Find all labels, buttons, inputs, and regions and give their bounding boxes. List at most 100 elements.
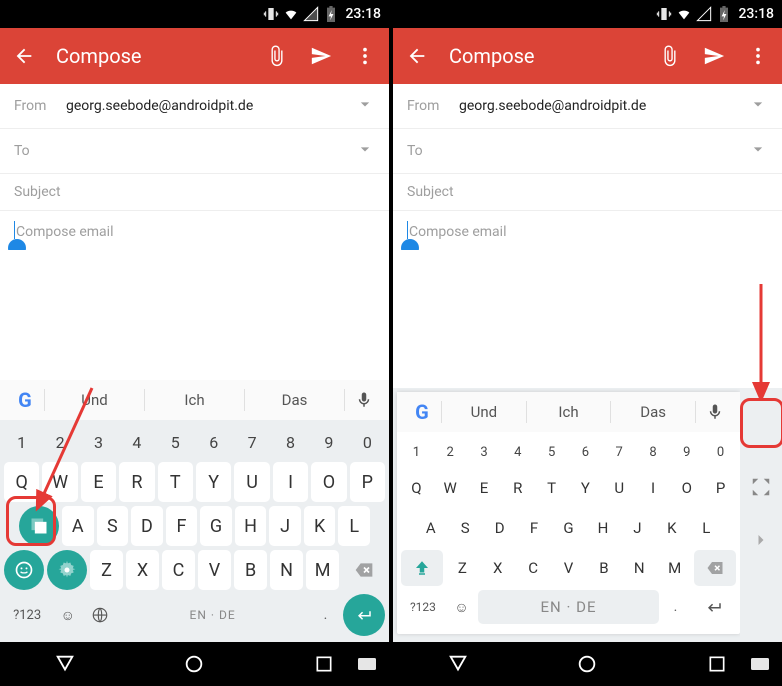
period-key[interactable]: . <box>662 590 689 624</box>
key-1[interactable]: 1 <box>4 426 39 458</box>
key-x[interactable]: X <box>126 550 159 590</box>
chevron-down-icon[interactable] <box>744 139 768 163</box>
key-m[interactable]: M <box>306 550 339 590</box>
overflow-icon[interactable] <box>746 44 770 68</box>
key-b[interactable]: B <box>234 550 267 590</box>
key-n[interactable]: N <box>270 550 303 590</box>
key-a[interactable]: A <box>62 506 94 546</box>
key-8[interactable]: 8 <box>273 426 308 458</box>
mic-icon[interactable] <box>347 383 381 417</box>
key-d[interactable]: D <box>484 510 515 546</box>
key-2[interactable]: 2 <box>435 438 466 466</box>
from-row[interactable]: From georg.seebode@androidpit.de <box>393 84 782 129</box>
key-v[interactable]: V <box>552 550 584 586</box>
body-input[interactable]: Compose email <box>0 211 389 250</box>
back-icon[interactable] <box>12 44 36 68</box>
expand-icon[interactable] <box>750 476 772 502</box>
key-0[interactable]: 0 <box>350 426 385 458</box>
key-6[interactable]: 6 <box>570 438 601 466</box>
key-k[interactable]: K <box>656 510 687 546</box>
key-r[interactable]: R <box>119 462 154 502</box>
key-d[interactable]: D <box>131 506 163 546</box>
enter-key[interactable] <box>692 590 736 624</box>
key-u[interactable]: U <box>234 462 269 502</box>
backspace-key[interactable] <box>694 550 736 586</box>
globe-icon[interactable] <box>85 594 114 636</box>
key-l[interactable]: L <box>691 510 722 546</box>
period-key[interactable]: . <box>311 594 340 636</box>
key-0[interactable]: 0 <box>705 438 736 466</box>
mic-icon[interactable] <box>698 395 732 429</box>
mode-key[interactable]: ?123 <box>4 594 50 636</box>
key-c[interactable]: C <box>162 550 195 590</box>
key-r[interactable]: R <box>502 470 533 506</box>
gear-icon[interactable] <box>47 550 87 590</box>
space-key[interactable]: EN · DE <box>117 594 308 636</box>
key-7[interactable]: 7 <box>604 438 635 466</box>
subject-input[interactable]: Subject <box>14 184 375 200</box>
key-b[interactable]: B <box>588 550 620 586</box>
key-z[interactable]: Z <box>446 550 478 586</box>
key-i[interactable]: I <box>638 470 669 506</box>
to-value[interactable] <box>66 143 351 159</box>
mode-key[interactable]: ?123 <box>401 590 445 624</box>
subject-row[interactable]: Subject <box>393 174 782 211</box>
overflow-icon[interactable] <box>353 44 377 68</box>
key-g[interactable]: G <box>553 510 584 546</box>
key-s[interactable]: S <box>97 506 129 546</box>
emoji-small-icon[interactable]: ☺ <box>53 594 82 636</box>
key-h[interactable]: H <box>587 510 618 546</box>
key-m[interactable]: M <box>658 550 690 586</box>
nav-back-icon[interactable] <box>53 652 77 676</box>
suggestion[interactable]: Das <box>613 397 693 427</box>
key-w[interactable]: W <box>435 470 466 506</box>
key-3[interactable]: 3 <box>81 426 116 458</box>
to-row[interactable]: To <box>0 129 389 174</box>
nav-recents-icon[interactable] <box>705 652 729 676</box>
key-7[interactable]: 7 <box>234 426 269 458</box>
key-t[interactable]: T <box>536 470 567 506</box>
key-e[interactable]: E <box>469 470 500 506</box>
to-row[interactable]: To <box>393 129 782 174</box>
move-right-icon[interactable] <box>751 530 771 554</box>
suggestion[interactable]: Und <box>444 397 524 427</box>
nav-home-icon[interactable] <box>575 652 599 676</box>
send-icon[interactable] <box>702 44 726 68</box>
key-z[interactable]: Z <box>90 550 123 590</box>
key-8[interactable]: 8 <box>638 438 669 466</box>
key-o[interactable]: O <box>311 462 346 502</box>
nav-recents-icon[interactable] <box>312 652 336 676</box>
key-5[interactable]: 5 <box>536 438 567 466</box>
key-6[interactable]: 6 <box>196 426 231 458</box>
key-s[interactable]: S <box>449 510 480 546</box>
key-2[interactable]: 2 <box>42 426 77 458</box>
suggestion[interactable]: Ich <box>529 397 609 427</box>
key-k[interactable]: K <box>304 506 336 546</box>
key-n[interactable]: N <box>623 550 655 586</box>
keyboard-toggle-icon[interactable] <box>748 652 772 676</box>
key-i[interactable]: I <box>273 462 308 502</box>
key-4[interactable]: 4 <box>502 438 533 466</box>
attach-icon[interactable] <box>265 44 289 68</box>
key-w[interactable]: W <box>42 462 77 502</box>
key-t[interactable]: T <box>158 462 193 502</box>
nav-home-icon[interactable] <box>182 652 206 676</box>
key-g[interactable]: G <box>200 506 232 546</box>
keyboard-toggle-icon[interactable] <box>355 652 379 676</box>
key-q[interactable]: Q <box>4 462 39 502</box>
key-5[interactable]: 5 <box>158 426 193 458</box>
chevron-down-icon[interactable] <box>351 139 375 163</box>
emoji-small-icon[interactable]: ☺ <box>448 590 475 624</box>
key-j[interactable]: J <box>269 506 301 546</box>
attach-icon[interactable] <box>658 44 682 68</box>
key-h[interactable]: H <box>235 506 267 546</box>
chevron-down-icon[interactable] <box>351 94 375 118</box>
suggestion[interactable]: Ich <box>147 385 242 415</box>
subject-input[interactable]: Subject <box>407 184 768 200</box>
key-9[interactable]: 9 <box>671 438 702 466</box>
key-c[interactable]: C <box>517 550 549 586</box>
key-l[interactable]: L <box>338 506 370 546</box>
shift-key[interactable] <box>401 550 443 586</box>
google-icon[interactable]: G <box>8 383 42 417</box>
google-icon[interactable]: G <box>405 395 439 429</box>
